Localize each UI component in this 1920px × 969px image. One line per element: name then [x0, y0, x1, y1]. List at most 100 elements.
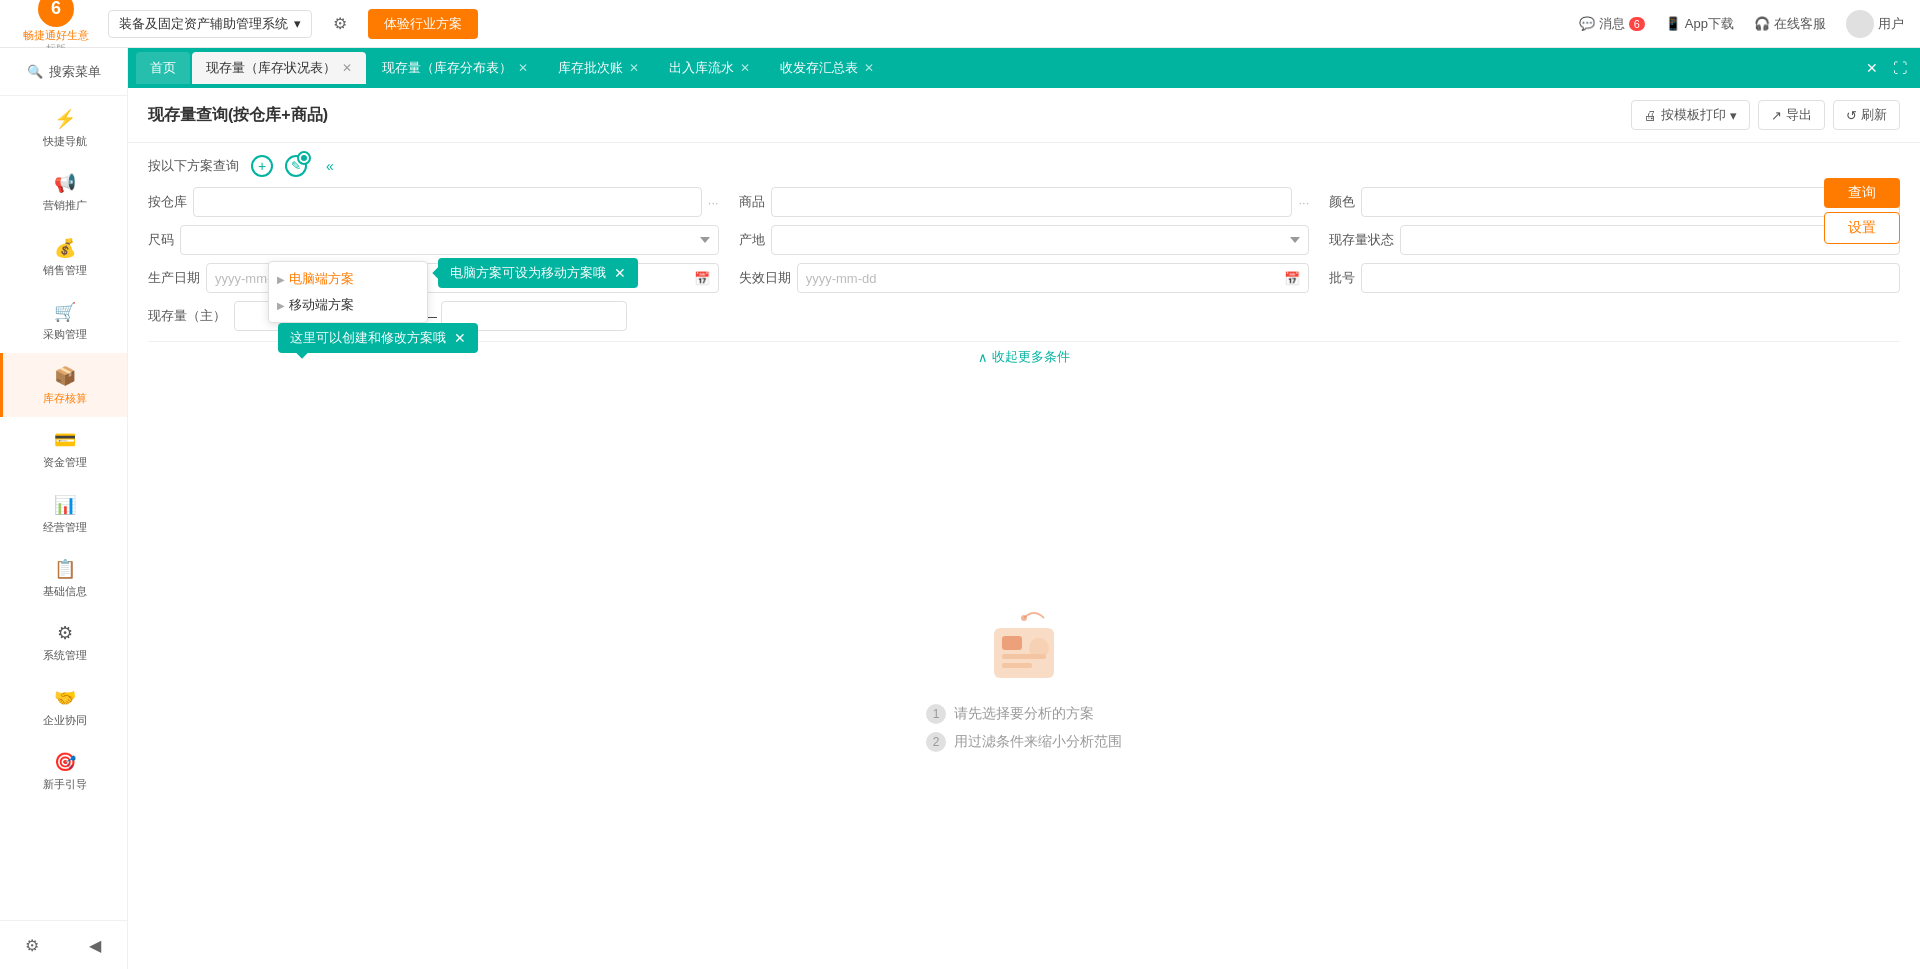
- sidebar-item-inventory[interactable]: 📦 库存核算: [0, 353, 127, 417]
- sidebar-item-purchase[interactable]: 🛒 采购管理: [0, 289, 127, 353]
- tab-home[interactable]: 首页: [136, 52, 190, 84]
- refresh-icon: ↺: [1846, 108, 1857, 123]
- step-num-1: 1: [926, 704, 946, 724]
- warehouse-dots[interactable]: ···: [708, 195, 719, 210]
- sidebar-item-label: 基础信息: [43, 584, 87, 598]
- sidebar-item-operations[interactable]: 📊 经营管理: [0, 482, 127, 546]
- tab-close-stock-batch[interactable]: ✕: [629, 61, 639, 75]
- sidebar-collapse-btn[interactable]: ◀: [79, 929, 111, 961]
- mobile-scheme-item[interactable]: ▶ 移动端方案: [269, 292, 427, 318]
- system-name: 装备及固定资产辅助管理系统: [119, 15, 288, 33]
- step-2-text: 用过滤条件来缩小分析范围: [954, 733, 1122, 751]
- trial-button[interactable]: 体验行业方案: [368, 9, 478, 39]
- chevron-down-icon: ▾: [294, 16, 301, 31]
- tab-close-recv-summary[interactable]: ✕: [864, 61, 874, 75]
- search-menu-btn[interactable]: 🔍 搜索菜单: [15, 57, 113, 87]
- goods-input[interactable]: [771, 187, 1293, 217]
- system-selector[interactable]: 装备及固定资产辅助管理系统 ▾: [108, 10, 312, 38]
- message-badge: 6: [1629, 17, 1645, 31]
- filter-add-btn[interactable]: +: [251, 155, 273, 177]
- tab-stock-batch-label: 库存批次账: [558, 59, 623, 77]
- sidebar-item-marketing[interactable]: 📢 营销推广: [0, 160, 127, 224]
- tab-bar-actions: ✕ ⛶: [1860, 56, 1912, 80]
- batch-input[interactable]: [1361, 263, 1900, 293]
- search-button[interactable]: 查询: [1824, 178, 1900, 208]
- expire-date-input[interactable]: yyyy-mm-dd 📅: [797, 263, 1310, 293]
- pc-scheme-item[interactable]: ▶ 电脑端方案: [269, 266, 427, 292]
- filter-edit-btn[interactable]: ✎: [285, 155, 307, 177]
- tab-close-all-btn[interactable]: ✕: [1860, 56, 1884, 80]
- goods-dots[interactable]: ···: [1298, 195, 1309, 210]
- sidebar-item-system[interactable]: ⚙ 系统管理: [0, 610, 127, 674]
- sidebar-item-cooperation[interactable]: 🤝 企业协同: [0, 675, 127, 739]
- step-num-2: 2: [926, 732, 946, 752]
- sidebar-header: 🔍 搜索菜单: [0, 48, 127, 96]
- headset-icon: 🎧: [1754, 16, 1770, 31]
- logo-icon: 6: [38, 0, 74, 27]
- search-menu-label: 搜索菜单: [49, 63, 101, 81]
- purchase-icon: 🛒: [54, 301, 76, 323]
- tab-stock-batch[interactable]: 库存批次账 ✕: [544, 52, 653, 84]
- arrow-icon: ▶: [277, 274, 285, 285]
- color-label: 颜色: [1329, 193, 1355, 211]
- logo-text: 畅捷通好生意: [23, 29, 89, 42]
- tab-home-label: 首页: [150, 59, 176, 77]
- sidebar-item-finance[interactable]: 💳 资金管理: [0, 417, 127, 481]
- export-icon: ↗: [1771, 108, 1782, 123]
- empty-illustration: [974, 598, 1074, 688]
- expire-date-placeholder: yyyy-mm-dd: [806, 271, 877, 286]
- tab-inout-flow[interactable]: 出入库流水 ✕: [655, 52, 764, 84]
- tab-recv-summary[interactable]: 收发存汇总表 ✕: [766, 52, 888, 84]
- tooltip1-close-btn[interactable]: ✕: [614, 265, 626, 281]
- user-item[interactable]: 用户: [1846, 10, 1904, 38]
- arrow-icon: ▶: [277, 300, 285, 311]
- size-select[interactable]: [180, 225, 719, 255]
- sidebar-item-quick-nav[interactable]: ⚡ 快捷导航: [0, 96, 127, 160]
- tab-stock-status[interactable]: 现存量（库存状况表） ✕: [192, 52, 366, 84]
- calendar-icon2: 📅: [1284, 271, 1300, 286]
- app-download-item[interactable]: 📱 App下载: [1665, 15, 1734, 33]
- page-header: 现存量查询(按仓库+商品) 🖨 按模板打印 ▾ ↗ 导出 ↺: [128, 88, 1920, 143]
- search-reset-panel: 查询 设置: [1804, 178, 1920, 244]
- sidebar-item-label: 快捷导航: [43, 134, 87, 148]
- reset-button[interactable]: 设置: [1824, 212, 1900, 244]
- tab-stock-dist[interactable]: 现存量（库存分布表） ✕: [368, 52, 542, 84]
- origin-select[interactable]: [771, 225, 1310, 255]
- filter-back-btn[interactable]: «: [319, 155, 341, 177]
- tooltip-pc-scheme: 电脑方案可设为移动方案哦 ✕: [438, 258, 638, 288]
- sidebar-item-label: 采购管理: [43, 327, 87, 341]
- collapse-icon: ∧: [978, 350, 988, 365]
- sidebar: 🔍 搜索菜单 ⚡ 快捷导航 📢 营销推广 💰 销售管理 🛒 采购管理: [0, 48, 128, 969]
- quick-nav-icon: ⚡: [54, 108, 76, 130]
- empty-state: 1 请先选择要分析的方案 2 用过滤条件来缩小分析范围: [128, 380, 1920, 969]
- filter-cell-goods: 商品 ···: [739, 187, 1310, 217]
- online-support-item[interactable]: 🎧 在线客服: [1754, 15, 1826, 33]
- tooltip2-close-btn[interactable]: ✕: [454, 330, 466, 346]
- print-btn[interactable]: 🖨 按模板打印 ▾: [1631, 100, 1750, 130]
- filter-header-row: 按以下方案查询 + ✎ « ▶ 电脑端方案: [148, 155, 1900, 177]
- sidebar-item-guide[interactable]: 🎯 新手引导: [0, 739, 127, 803]
- expire-date-label: 失效日期: [739, 269, 791, 287]
- sales-icon: 💰: [54, 237, 76, 259]
- message-item[interactable]: 💬 消息 6: [1579, 15, 1645, 33]
- page-title: 现存量查询(按仓库+商品): [148, 105, 328, 126]
- tab-stock-dist-label: 现存量（库存分布表）: [382, 59, 512, 77]
- scheme-tree-panel: ▶ 电脑端方案 ▶ 移动端方案: [268, 261, 428, 323]
- settings-icon-btn[interactable]: ⚙: [324, 8, 356, 40]
- stock-main-label: 现存量（主）: [148, 307, 226, 325]
- tab-close-stock-status[interactable]: ✕: [342, 61, 352, 75]
- filter-cell-batch: 批号: [1329, 263, 1900, 293]
- inventory-icon: 📦: [54, 365, 76, 387]
- refresh-btn[interactable]: ↺ 刷新: [1833, 100, 1900, 130]
- guide-icon: 🎯: [54, 751, 76, 773]
- sidebar-item-label: 经营管理: [43, 520, 87, 534]
- sidebar-item-basic-info[interactable]: 📋 基础信息: [0, 546, 127, 610]
- export-btn[interactable]: ↗ 导出: [1758, 100, 1825, 130]
- print-label: 按模板打印: [1661, 106, 1726, 124]
- tab-close-stock-dist[interactable]: ✕: [518, 61, 528, 75]
- sidebar-settings-btn[interactable]: ⚙: [16, 929, 48, 961]
- warehouse-input[interactable]: [193, 187, 702, 217]
- tab-fullscreen-btn[interactable]: ⛶: [1888, 56, 1912, 80]
- sidebar-item-sales[interactable]: 💰 销售管理: [0, 225, 127, 289]
- tab-close-inout-flow[interactable]: ✕: [740, 61, 750, 75]
